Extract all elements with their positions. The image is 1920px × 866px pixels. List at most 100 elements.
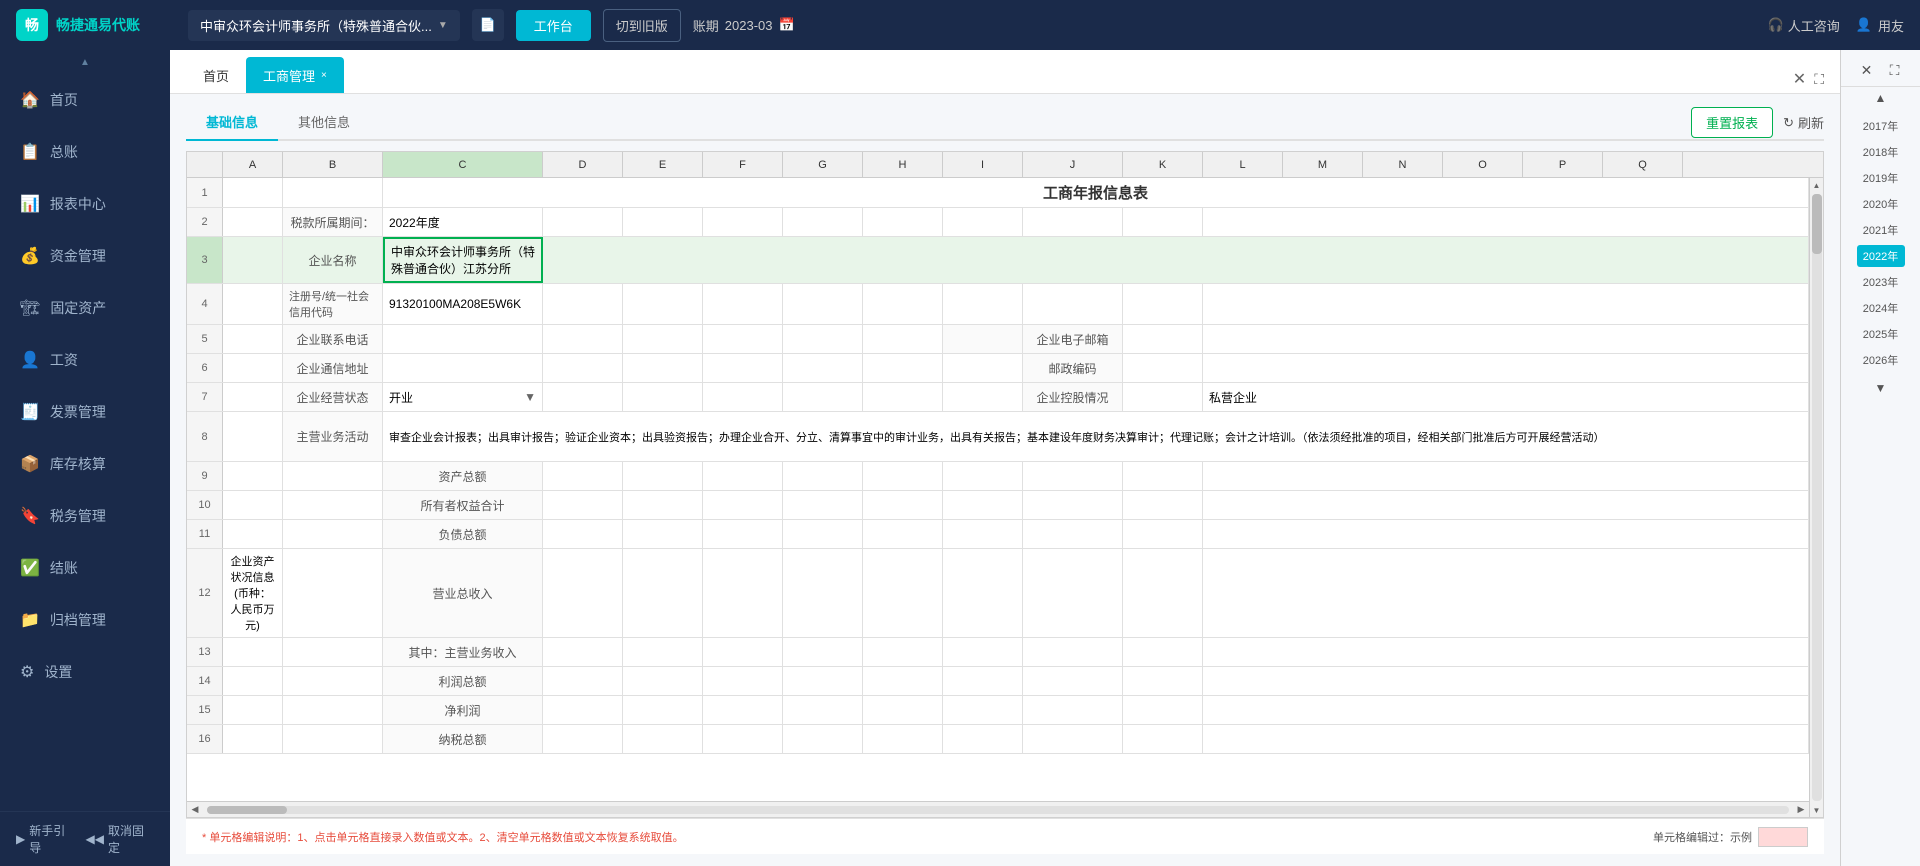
grid-container[interactable]: 1 工商年报信息表 2 xyxy=(187,178,1809,801)
service-button[interactable]: 🎧 人工咨询 xyxy=(1768,16,1840,35)
cell-7-J[interactable]: 企业控股情况 xyxy=(1023,383,1123,411)
cell-16-K[interactable] xyxy=(1123,725,1203,753)
cell-16-A[interactable] xyxy=(223,725,283,753)
cell-6-rest[interactable] xyxy=(1203,354,1809,382)
cell-11-I[interactable] xyxy=(943,520,1023,548)
sidebar-item-固定资产[interactable]: 🏗固定资产 xyxy=(0,282,170,334)
cell-10-J[interactable] xyxy=(1023,491,1123,519)
cell-3-C[interactable]: 中审众环会计师事务所（特殊普通合伙）江苏分所 xyxy=(383,237,543,283)
cell-7-B[interactable]: 企业经营状态 xyxy=(283,383,383,411)
scroll-track[interactable] xyxy=(207,806,1789,814)
cell-14-I[interactable] xyxy=(943,667,1023,695)
cell-2-B[interactable]: 税款所属期间： xyxy=(283,208,383,236)
cell-11-F[interactable] xyxy=(703,520,783,548)
cell-13-rest[interactable] xyxy=(1203,638,1809,666)
cell-13-A[interactable] xyxy=(223,638,283,666)
cell-4-D[interactable] xyxy=(543,284,623,324)
close-window-button[interactable]: ✕ xyxy=(1793,69,1806,89)
cell-5-E[interactable] xyxy=(623,325,703,353)
cell-4-I[interactable] xyxy=(943,284,1023,324)
cell-11-D[interactable] xyxy=(543,520,623,548)
user-area[interactable]: 👤 用友 xyxy=(1856,16,1904,35)
year-up-arrow[interactable]: ▲ xyxy=(1875,91,1887,105)
company-selector[interactable]: 中审众环会计师事务所（特殊普通合伙... ▼ xyxy=(188,10,460,41)
cell-9-rest[interactable] xyxy=(1203,462,1809,490)
cell-12-A[interactable]: 企业资产状况信息(币种：人民币万元) xyxy=(223,549,283,637)
cell-5-D[interactable] xyxy=(543,325,623,353)
cell-6-C[interactable] xyxy=(383,354,543,382)
cell-10-C[interactable]: 所有者权益合计 xyxy=(383,491,543,519)
cell-5-I[interactable] xyxy=(943,325,1023,353)
cell-8-merged[interactable]: 审查企业会计报表；出具审计报告；验证企业资本；出具验资报告；办理企业合开、分立、… xyxy=(383,412,1809,461)
cell-16-D[interactable] xyxy=(543,725,623,753)
cell-14-E[interactable] xyxy=(623,667,703,695)
cell-12-F[interactable] xyxy=(703,549,783,637)
right-panel-close[interactable]: ✕ xyxy=(1855,58,1879,82)
cell-7-rest[interactable]: 私营企业 xyxy=(1203,383,1809,411)
right-panel-expand[interactable]: ⛶ xyxy=(1883,58,1907,82)
cell-13-K[interactable] xyxy=(1123,638,1203,666)
cell-12-J[interactable] xyxy=(1023,549,1123,637)
cell-11-H[interactable] xyxy=(863,520,943,548)
cell-5-B[interactable]: 企业联系电话 xyxy=(283,325,383,353)
year-button-2020年[interactable]: 2020年 xyxy=(1857,193,1905,215)
cell-14-D[interactable] xyxy=(543,667,623,695)
cell-9-H[interactable] xyxy=(863,462,943,490)
vertical-scrollbar[interactable]: ▲ ▼ xyxy=(1809,178,1823,817)
cell-13-D[interactable] xyxy=(543,638,623,666)
cell-14-K[interactable] xyxy=(1123,667,1203,695)
cell-6-K[interactable] xyxy=(1123,354,1203,382)
cell-9-F[interactable] xyxy=(703,462,783,490)
cell-13-E[interactable] xyxy=(623,638,703,666)
scroll-left-arrow[interactable]: ◀ xyxy=(187,802,203,818)
cell-15-I[interactable] xyxy=(943,696,1023,724)
cell-9-C[interactable]: 资产总额 xyxy=(383,462,543,490)
cell-12-rest[interactable] xyxy=(1203,549,1809,637)
cell-7-H[interactable] xyxy=(863,383,943,411)
cell-2-K[interactable] xyxy=(1123,208,1203,236)
cell-15-rest[interactable] xyxy=(1203,696,1809,724)
cell-3-A[interactable] xyxy=(223,237,283,283)
year-button-2026年[interactable]: 2026年 xyxy=(1857,349,1905,371)
cell-13-H[interactable] xyxy=(863,638,943,666)
cell-6-H[interactable] xyxy=(863,354,943,382)
cell-4-A[interactable] xyxy=(223,284,283,324)
cell-9-D[interactable] xyxy=(543,462,623,490)
cell-16-J[interactable] xyxy=(1023,725,1123,753)
cell-6-J[interactable]: 邮政编码 xyxy=(1023,354,1123,382)
cell-12-C[interactable]: 营业总收入 xyxy=(383,549,543,637)
sidebar-item-结账[interactable]: ✅结账 xyxy=(0,542,170,594)
sub-tab-basic[interactable]: 基础信息 xyxy=(186,106,278,141)
cell-4-F[interactable] xyxy=(703,284,783,324)
cell-13-C[interactable]: 其中：主营业务收入 xyxy=(383,638,543,666)
cell-7-F[interactable] xyxy=(703,383,783,411)
dropdown-arrow-icon[interactable]: ▼ xyxy=(524,390,536,404)
scroll-up-arrow[interactable]: ▲ xyxy=(1810,178,1824,192)
cell-11-G[interactable] xyxy=(783,520,863,548)
cell-16-E[interactable] xyxy=(623,725,703,753)
horizontal-scrollbar[interactable]: ◀ ▶ xyxy=(187,801,1809,817)
cell-2-D[interactable] xyxy=(543,208,623,236)
cell-15-D[interactable] xyxy=(543,696,623,724)
year-down-arrow[interactable]: ▼ xyxy=(1875,381,1887,395)
cell-1-merged[interactable]: 工商年报信息表 xyxy=(383,178,1809,207)
cell-9-K[interactable] xyxy=(1123,462,1203,490)
cell-13-G[interactable] xyxy=(783,638,863,666)
cell-9-E[interactable] xyxy=(623,462,703,490)
cell-9-A[interactable] xyxy=(223,462,283,490)
document-icon[interactable]: 📄 xyxy=(472,9,504,41)
cell-12-K[interactable] xyxy=(1123,549,1203,637)
expand-window-button[interactable]: ⛶ xyxy=(1814,71,1824,88)
cell-11-C[interactable]: 负债总额 xyxy=(383,520,543,548)
cell-7-G[interactable] xyxy=(783,383,863,411)
cell-16-F[interactable] xyxy=(703,725,783,753)
cell-14-A[interactable] xyxy=(223,667,283,695)
cell-13-J[interactable] xyxy=(1023,638,1123,666)
cell-16-G[interactable] xyxy=(783,725,863,753)
sidebar-item-报表中心[interactable]: 📊报表中心 xyxy=(0,178,170,230)
cell-2-G[interactable] xyxy=(783,208,863,236)
sidebar-item-资金管理[interactable]: 💰资金管理 xyxy=(0,230,170,282)
cell-10-D[interactable] xyxy=(543,491,623,519)
cell-4-C[interactable]: 91320100MA208E5W6K xyxy=(383,284,543,324)
reset-report-button[interactable]: 重置报表 xyxy=(1691,107,1773,138)
